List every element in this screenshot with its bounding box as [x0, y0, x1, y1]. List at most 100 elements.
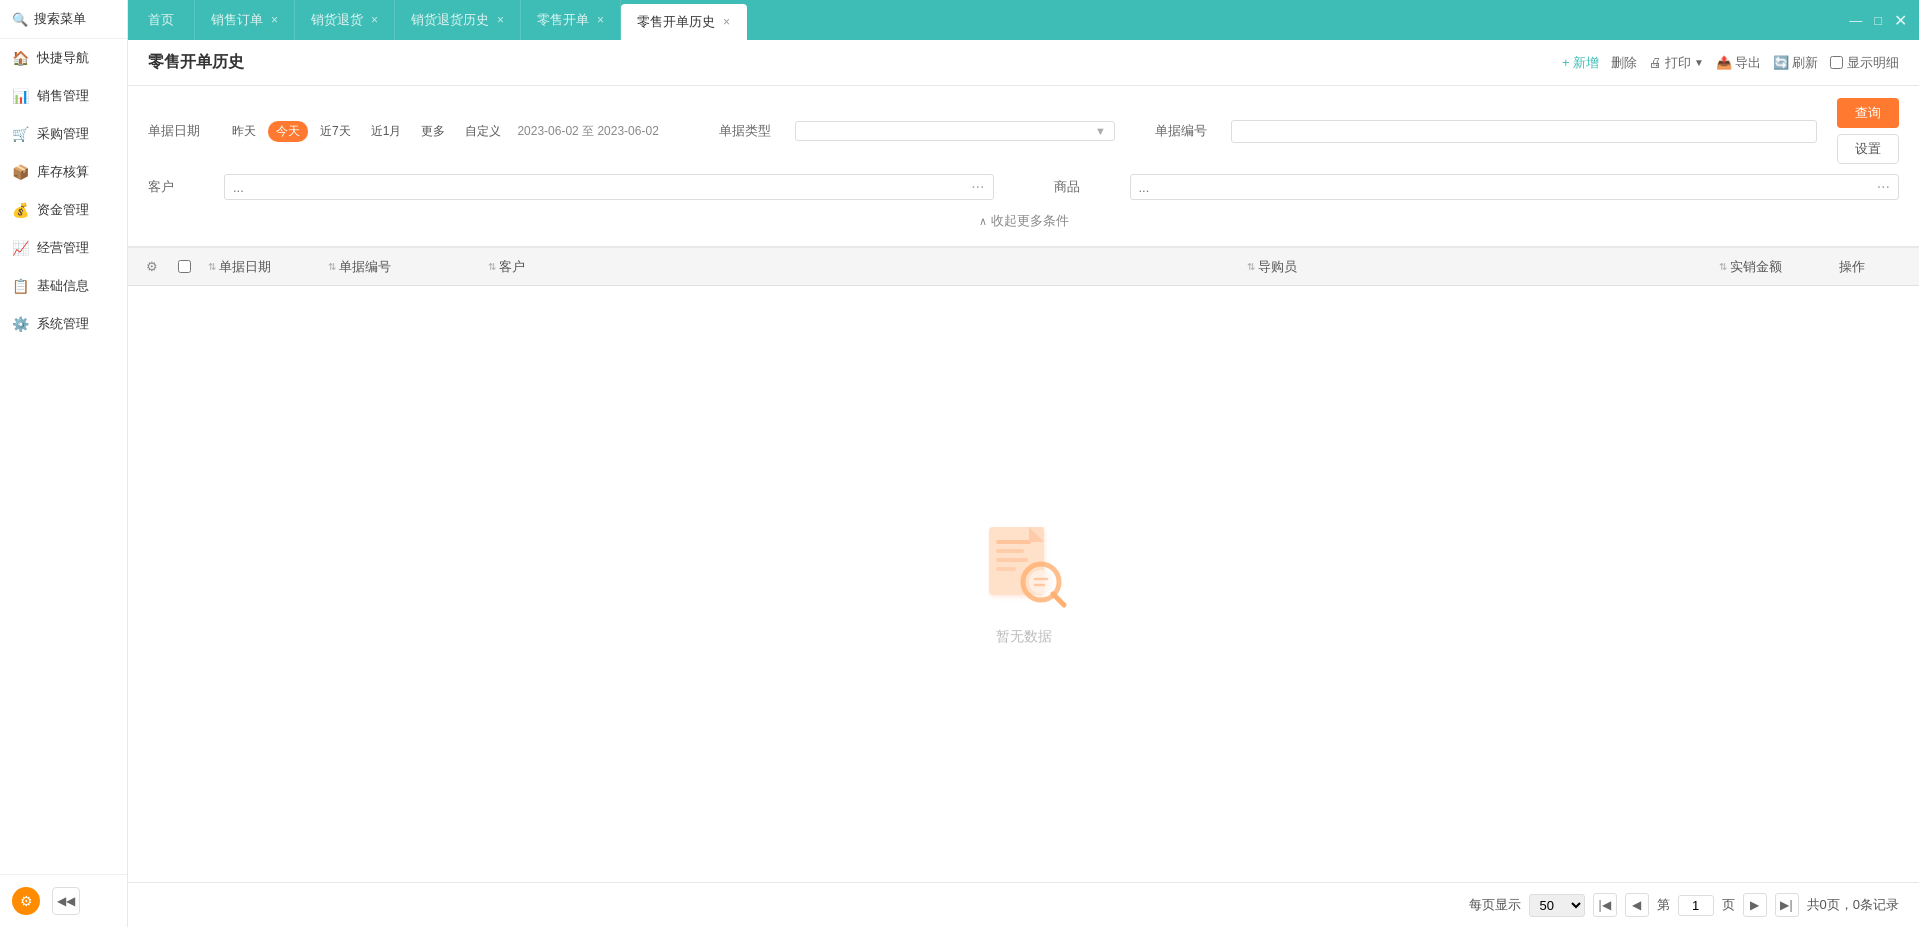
tab-sales-order[interactable]: 销售订单 × — [195, 0, 295, 40]
th-guide-sort-icon: ⇅ — [1247, 261, 1255, 272]
svg-line-9 — [1053, 594, 1064, 605]
sidebar-item-sales-mgmt[interactable]: 📊销售管理 — [0, 77, 127, 115]
th-guide-label: 导购员 — [1258, 258, 1297, 276]
filter-settings-button[interactable]: 设置 — [1837, 134, 1899, 164]
sidebar-item-inventory[interactable]: 📦 库存核算 — [0, 153, 127, 191]
th-date-sort-icon: ⇅ — [208, 261, 216, 272]
date-btn-more[interactable]: 更多 — [413, 121, 453, 142]
type-select-arrow: ▼ — [1095, 125, 1106, 137]
num-filter-input[interactable] — [1231, 120, 1817, 143]
date-btn-custom[interactable]: 自定义 — [457, 121, 509, 142]
select-all-input[interactable] — [178, 260, 191, 273]
table-select-all-checkbox[interactable] — [168, 260, 200, 273]
nav-icon-finance-mgmt: 💰 — [12, 202, 29, 218]
page-title: 零售开单历史 — [148, 52, 244, 73]
sidebar-search[interactable]: 🔍 搜索菜单 — [0, 0, 127, 39]
window-close-icon[interactable]: ✕ — [1894, 11, 1907, 30]
th-customer-label: 客户 — [499, 258, 525, 276]
next-page-button[interactable]: ▶ — [1743, 893, 1767, 917]
query-button[interactable]: 查询 — [1837, 98, 1899, 128]
customer-filter-input[interactable]: ··· — [224, 174, 994, 200]
th-customer[interactable]: ⇅ 客户 — [480, 258, 1239, 276]
th-guide[interactable]: ⇅ 导购员 — [1239, 258, 1339, 276]
date-btn-7days[interactable]: 近7天 — [312, 121, 359, 142]
tab-close-sales-order[interactable]: × — [271, 13, 278, 27]
display-detail-checkbox[interactable] — [1830, 56, 1843, 69]
num-filter-label: 单据编号 — [1155, 122, 1211, 140]
nav-icon-ops-mgmt: 📈 — [12, 240, 29, 256]
sidebar-nav: 🏠快捷导航📊销售管理🛒采购管理 📦 库存核算 💰 资金管理 📈经营管理 📋 基础信息 ⚙️系统管… — [0, 39, 127, 343]
date-btn-1month[interactable]: 近1月 — [363, 121, 410, 142]
tab-label-retail-open: 零售开单 — [537, 11, 589, 29]
sidebar-collapse-button[interactable]: ◀◀ — [52, 887, 80, 915]
th-amount-label: 实销金额 — [1730, 258, 1782, 276]
tab-close-sales-return[interactable]: × — [371, 13, 378, 27]
nav-label-finance-mgmt: 资金管理 — [37, 201, 89, 219]
goods-input-field[interactable] — [1139, 180, 1877, 195]
tab-close-retail-open-history[interactable]: × — [723, 15, 730, 29]
per-page-select[interactable]: 50 10 20 100 — [1529, 894, 1585, 917]
date-btn-yesterday[interactable]: 昨天 — [224, 121, 264, 142]
tab-retail-open[interactable]: 零售开单 × — [521, 0, 621, 40]
export-button[interactable]: 📤 导出 — [1716, 54, 1761, 72]
num-input-field[interactable] — [1240, 124, 1808, 139]
add-button[interactable]: + 新增 — [1562, 54, 1599, 72]
delete-button[interactable]: 删除 — [1611, 54, 1637, 72]
filter-area-wrapper: 单据日期 昨天 今天 近7天 近1月 更多 自定义 2023-06-02 至 2… — [128, 86, 1919, 248]
type-filter-label: 单据类型 — [719, 122, 775, 140]
filter-row-1: 单据日期 昨天 今天 近7天 近1月 更多 自定义 2023-06-02 至 2… — [148, 98, 1899, 164]
sidebar-item-finance-mgmt[interactable]: 💰 资金管理 — [0, 191, 127, 229]
tab-close-sales-return-history[interactable]: × — [497, 13, 504, 27]
th-amount-sort-icon: ⇅ — [1719, 261, 1727, 272]
nav-icon-quick-nav: 🏠 — [12, 50, 29, 66]
refresh-button[interactable]: 🔄 刷新 — [1773, 54, 1818, 72]
sidebar-item-quick-nav[interactable]: 🏠快捷导航 — [0, 39, 127, 77]
goods-filter-input[interactable]: ··· — [1130, 174, 1900, 200]
nav-icon-sales-mgmt: 📊 — [12, 88, 29, 104]
tab-home[interactable]: 首页 — [128, 0, 195, 40]
pagination-bar: 每页显示 50 10 20 100 |◀ ◀ 第 页 ▶ ▶| 共0页，0条记录 — [128, 882, 1919, 927]
display-detail-toggle[interactable]: 显示明细 — [1830, 54, 1899, 72]
print-button[interactable]: 🖨 打印 ▼ — [1649, 54, 1704, 72]
window-max-icon[interactable]: □ — [1874, 13, 1882, 28]
tab-retail-open-history[interactable]: 零售开单历史 × — [621, 4, 747, 40]
tab-sales-return-history[interactable]: 销货退货历史× — [395, 0, 521, 40]
customer-input-field[interactable] — [233, 180, 971, 195]
type-filter-select[interactable]: ▼ — [795, 121, 1115, 141]
tab-label-retail-open-history: 零售开单历史 — [637, 13, 715, 31]
svg-rect-2 — [996, 549, 1024, 553]
filter-row-2: 客户 ··· 商品 ··· — [148, 174, 1899, 200]
tab-sales-return[interactable]: 销货退货× — [295, 0, 395, 40]
prev-page-button[interactable]: ◀ — [1625, 893, 1649, 917]
svg-rect-3 — [996, 558, 1028, 562]
print-dropdown-icon: ▼ — [1694, 57, 1704, 68]
th-op-label: 操作 — [1839, 258, 1865, 276]
nav-label-inventory: 库存核算 — [37, 163, 89, 181]
tab-close-retail-open[interactable]: × — [597, 13, 604, 27]
tab-label-sales-order: 销售订单 — [211, 11, 263, 29]
collapse-more-label: 收起更多条件 — [991, 212, 1069, 230]
sidebar-gear-button[interactable]: ⚙ — [12, 887, 40, 915]
nav-icon-base-info: 📋 — [12, 278, 29, 294]
th-num[interactable]: ⇅ 单据编号 — [320, 258, 480, 276]
sidebar-item-sys-mgmt[interactable]: ⚙️系统管理 — [0, 305, 127, 343]
th-amount[interactable]: ⇅ 实销金额 — [1711, 258, 1831, 276]
sidebar-item-purchase-mgmt[interactable]: 🛒采购管理 — [0, 115, 127, 153]
last-page-button[interactable]: ▶| — [1775, 893, 1799, 917]
nav-label-base-info: 基础信息 — [37, 277, 89, 295]
th-date[interactable]: ⇅ 单据日期 — [200, 258, 320, 276]
page-header: 零售开单历史 + 新增 删除 🖨 打印 ▼ 📤 导出 🔄 刷新 显示明细 — [128, 40, 1919, 86]
collapse-more-btn[interactable]: ∧ 收起更多条件 — [148, 208, 1899, 234]
table-header: ⚙ ⇅ 单据日期 ⇅ 单据编号 ⇅ 客户 ⇅ 导购员 ⇅ — [128, 248, 1919, 286]
date-btn-today[interactable]: 今天 — [268, 121, 308, 142]
window-min-icon[interactable]: — — [1849, 13, 1862, 28]
table-settings-icon[interactable]: ⚙ — [136, 259, 168, 274]
nav-icon-inventory: 📦 — [12, 164, 29, 180]
tab-bar-right: — □ ✕ — [1849, 0, 1919, 40]
customer-filter-label: 客户 — [148, 178, 204, 196]
page-number-input[interactable] — [1678, 895, 1714, 916]
sidebar-item-base-info[interactable]: 📋 基础信息 — [0, 267, 127, 305]
first-page-button[interactable]: |◀ — [1593, 893, 1617, 917]
sidebar-item-ops-mgmt[interactable]: 📈经营管理 — [0, 229, 127, 267]
table-area: ⚙ ⇅ 单据日期 ⇅ 单据编号 ⇅ 客户 ⇅ 导购员 ⇅ — [128, 248, 1919, 927]
